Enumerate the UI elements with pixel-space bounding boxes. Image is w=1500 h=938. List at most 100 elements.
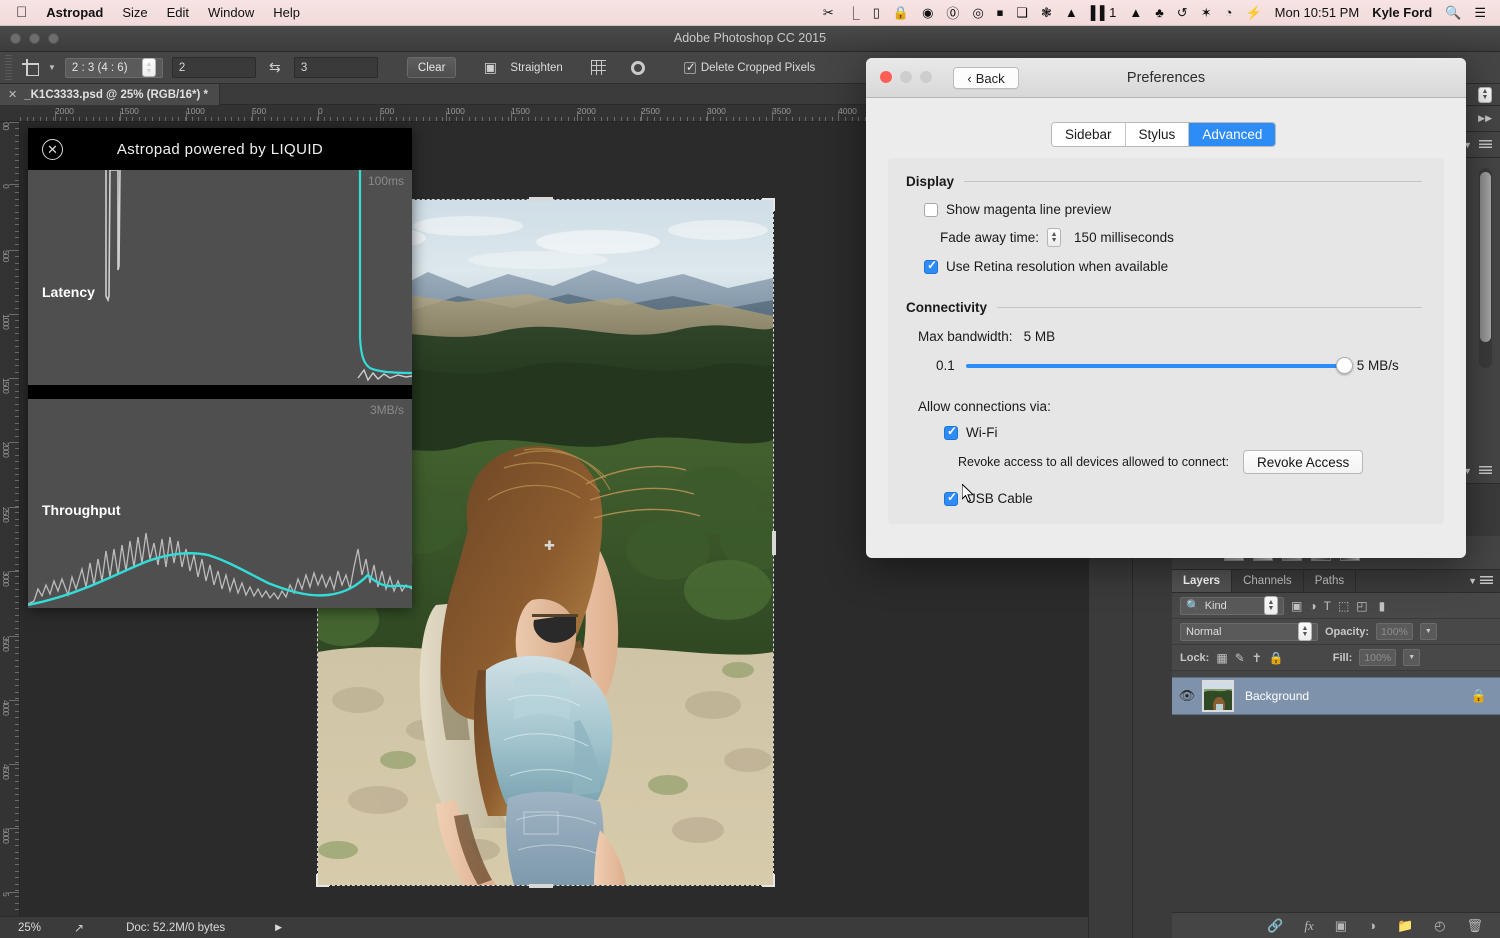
astropad-stats-overlay[interactable]: ✕ Astropad powered by LIQUID 100ms Laten… (28, 128, 412, 608)
menu-item-help[interactable]: Help (273, 5, 300, 20)
revoke-access-button[interactable]: Revoke Access (1242, 450, 1364, 474)
grape-icon[interactable]: ♣ (1155, 5, 1164, 20)
share-icon[interactable]: ↗ (74, 921, 84, 935)
fill-dropdown-icon[interactable]: ▼ (1403, 649, 1421, 666)
fill-value[interactable]: 100% (1359, 649, 1397, 666)
delete-layer-icon[interactable]: 🗑 (1466, 918, 1483, 934)
straighten-label[interactable]: Straighten (510, 62, 562, 74)
straighten-icon[interactable]: ▣ (479, 57, 501, 78)
wifi-icon[interactable]: ◔ (1225, 5, 1233, 20)
filter-type-icon[interactable]: T (1324, 599, 1331, 613)
new-group-icon[interactable]: 📁 (1397, 918, 1413, 934)
crop-width-input[interactable]: 2 (171, 57, 256, 78)
stepper-icon[interactable]: ▲ ▼ (1478, 86, 1492, 103)
notification-center-icon[interactable]: ☰ (1474, 5, 1486, 21)
preferences-window[interactable]: Preferences ‹ Back Sidebar Stylus Advanc… (866, 58, 1466, 558)
lock-icon[interactable]: 🔒 (893, 5, 909, 21)
timemachine-icon[interactable]: ↺ (1177, 5, 1188, 21)
wifi-lock-icon[interactable]: ⎿ (847, 3, 860, 22)
back-button[interactable]: ‹ Back (953, 67, 1019, 89)
power-plug-icon[interactable]: ⚡ (1245, 5, 1261, 21)
dropbox-icon[interactable]: ❏ (1016, 5, 1028, 21)
swatches-scrollbar-thumb[interactable] (1480, 172, 1491, 342)
scissors-icon[interactable]: ✂ (823, 5, 834, 21)
audio-meter-icon[interactable]: ▌▌1 (1091, 5, 1117, 20)
opacity-value[interactable]: 100% (1376, 623, 1413, 640)
crop-handle-bottom-center[interactable] (529, 884, 553, 888)
options-bar-gripper[interactable] (5, 55, 12, 81)
apple-icon[interactable]:  (16, 5, 27, 20)
tab-advanced[interactable]: Advanced (1189, 123, 1276, 146)
menu-item-size[interactable]: Size (122, 5, 147, 20)
crop-tool-preset-caret-icon[interactable]: ▼ (48, 63, 56, 72)
crop-settings-gear-icon[interactable] (627, 57, 649, 78)
opacity-dropdown-icon[interactable]: ▼ (1419, 623, 1437, 640)
usb-cable-checkbox[interactable]: USB Cable (944, 490, 1444, 506)
blend-mode-select[interactable]: Normal ▲ ▼ (1180, 622, 1318, 641)
lock-position-icon[interactable]: ✝ (1252, 651, 1262, 665)
table-row[interactable]: 👁 Background 🔒 (1172, 677, 1500, 715)
crop-handle-bottom-left[interactable] (316, 874, 329, 887)
printer-icon[interactable]: ⏹ (997, 5, 1004, 21)
menu-item-astropad[interactable]: Astropad (46, 5, 103, 20)
crop-overlay-grid-icon[interactable] (588, 57, 610, 78)
volume-icon[interactable]: ◉ (922, 5, 933, 21)
tab-sidebar[interactable]: Sidebar (1052, 123, 1126, 146)
bandwidth-slider[interactable] (965, 356, 1353, 374)
filter-toggle-icon[interactable]: ▮ (1379, 599, 1386, 613)
crop-handle-right-center[interactable] (772, 531, 776, 555)
eye-icon[interactable]: 👁 (1172, 688, 1202, 704)
panel-menu-icon[interactable] (1479, 139, 1492, 150)
filter-adjustment-icon[interactable]: ◑ (1309, 599, 1316, 613)
lock-all-icon[interactable]: 🔒 (1269, 651, 1284, 665)
document-tab[interactable]: ✕ _K1C3333.psd @ 25% (RGB/16*) * (0, 84, 221, 105)
lock-image-pixels-icon[interactable]: ✎ (1235, 651, 1245, 665)
layer-thumbnail[interactable] (1202, 680, 1234, 712)
use-retina-resolution-checkbox[interactable]: Use Retina resolution when available (924, 258, 1444, 274)
search-icon[interactable]: 🔍 (1445, 5, 1461, 21)
add-layer-mask-icon[interactable]: ▣ (1335, 918, 1347, 934)
bandwidth-slider-knob[interactable] (1335, 356, 1353, 374)
crop-handle-top-right[interactable] (762, 198, 775, 211)
new-layer-icon[interactable]: ◴ (1434, 918, 1445, 934)
new-adjustment-layer-icon[interactable]: ◑ (1368, 918, 1376, 933)
show-magenta-line-preview-checkbox[interactable]: Show magenta line preview (924, 202, 1444, 217)
filter-image-icon[interactable]: ▣ (1291, 599, 1302, 613)
tab-layers[interactable]: Layers (1172, 570, 1233, 592)
arrow-up-icon[interactable]: ▲ (1065, 5, 1078, 20)
tab-channels[interactable]: Channels (1232, 570, 1304, 592)
filter-smart-object-icon[interactable]: ◰ (1356, 599, 1367, 613)
wifi-checkbox[interactable]: Wi-Fi (944, 424, 1444, 440)
clear-button[interactable]: Clear (406, 57, 457, 78)
bluetooth-icon[interactable]: ✶ (1201, 5, 1212, 21)
menu-bar-clock[interactable]: Mon 10:51 PM (1275, 5, 1360, 20)
swatches-scrollbar[interactable] (1479, 168, 1492, 368)
menu-item-edit[interactable]: Edit (167, 5, 189, 20)
menu-bar-user[interactable]: Kyle Ford (1372, 5, 1432, 20)
crop-ratio-select[interactable]: 2 : 3 (4 : 6) ▲ ▼ (64, 57, 163, 78)
panel-menu-icon-2[interactable] (1479, 465, 1492, 476)
swap-arrows-icon[interactable]: ⇆ (265, 59, 285, 76)
crop-handle-bottom-right[interactable] (762, 874, 775, 887)
close-tab-icon[interactable]: ✕ (8, 88, 17, 101)
sync-icon[interactable]: ◎ (972, 5, 983, 21)
tab-stylus[interactable]: Stylus (1125, 123, 1190, 146)
crop-handle-top-center[interactable] (529, 197, 553, 201)
tab-paths[interactable]: Paths (1304, 570, 1357, 592)
power-icon[interactable]: ⓪ (946, 3, 959, 22)
layer-style-fx-icon[interactable]: fx (1304, 918, 1313, 934)
battery-icon[interactable]: ▯ (873, 5, 880, 21)
link-layers-icon[interactable]: 🔗 (1267, 918, 1283, 934)
snowflake-icon[interactable]: ❃ (1041, 5, 1052, 21)
ruler-left[interactable]: 00 0 500 1000 1500 2000 2500 3000 3500 4000 4500 50… (0, 122, 20, 938)
layers-panel-menu[interactable]: ▼ (1468, 576, 1493, 586)
delete-cropped-pixels-checkbox[interactable]: Delete Cropped Pixels (683, 60, 815, 74)
fade-away-time-stepper[interactable]: ▲ ▼ (1047, 228, 1062, 247)
filter-shape-icon[interactable]: ⬚ (1338, 599, 1349, 613)
layer-filter-kind-select[interactable]: 🔍 Kind ▲ ▼ (1180, 596, 1284, 615)
expand-arrow-icon[interactable]: ▶ (275, 922, 282, 933)
lock-transparency-icon[interactable]: ▦ (1216, 651, 1227, 665)
crop-tool-icon[interactable] (22, 59, 39, 76)
lock-icon[interactable]: 🔒 (1471, 688, 1487, 704)
upload-icon[interactable]: ▲ (1129, 5, 1142, 20)
